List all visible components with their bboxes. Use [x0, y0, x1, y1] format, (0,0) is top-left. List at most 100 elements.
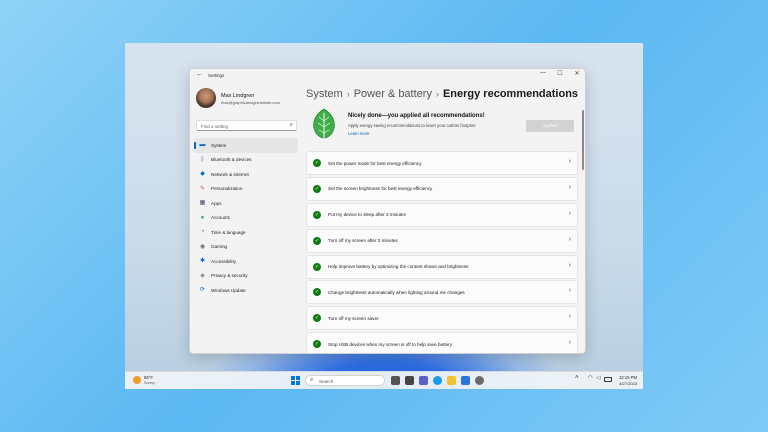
breadcrumb-separator: › [435, 89, 439, 99]
brush-icon: ✎ [199, 185, 206, 192]
sidebar-item-label: Apps [211, 200, 222, 206]
shield-icon: ◈ [200, 272, 205, 279]
checkmark-icon: ✓ [313, 184, 321, 193]
globe-clock-icon: ◔ [200, 229, 205, 235]
chevron-right-icon: › [568, 287, 571, 295]
checkmark-icon: ✓ [313, 262, 321, 271]
taskbar-search-placeholder: Search [319, 378, 334, 384]
search-input[interactable]: Find a setting ⌕ [196, 120, 297, 131]
taskbar: 66°F Sunny ⌕ Search ˄ ◠ ◁ 12:15 PM 4/27/… [125, 371, 643, 389]
sidebar-nav: ▬ System ᛒ Bluetooth & devices ◆ Network & in… [194, 138, 298, 298]
user-name: Max Lindgren [221, 93, 255, 99]
sidebar-item-privacy-security[interactable]: ◈ Privacy & security [194, 269, 298, 284]
apps-icon: ▦ [199, 200, 206, 206]
volume-icon[interactable]: ◁ [596, 375, 600, 381]
wifi-icon[interactable]: ◠ [588, 375, 593, 381]
recommendation-row[interactable]: ✓ Turn off my screen after 3 minutes › [306, 228, 578, 253]
sidebar-item-label: Accounts [211, 215, 230, 220]
sidebar-item-personalization[interactable]: ✎ Personalization [194, 182, 298, 197]
recommendation-row[interactable]: ✓ Turn off my screen saver › [306, 306, 578, 331]
search-icon: ⌕ [289, 122, 293, 128]
sidebar-item-label: Network & internet [211, 171, 249, 177]
user-email: max@graphicdesigninstitute.com [221, 100, 280, 105]
chat-icon[interactable] [419, 376, 428, 385]
minimize-button[interactable]: — [539, 70, 547, 77]
chevron-right-icon: › [568, 261, 571, 269]
file-explorer-icon[interactable] [447, 376, 456, 385]
close-button[interactable]: ✕ [573, 70, 581, 77]
avatar [196, 88, 216, 108]
clock-date[interactable]: 4/27/2023 [619, 381, 637, 386]
sidebar-item-accessibility[interactable]: ✱ Accessibility [194, 254, 298, 269]
back-arrow-icon[interactable]: ← [196, 71, 203, 78]
sun-icon[interactable] [133, 376, 141, 384]
bluetooth-icon: ᛒ [200, 156, 205, 163]
recommendation-label: Set the power mode for best energy effic… [328, 160, 422, 166]
weather-description[interactable]: Sunny [144, 381, 155, 385]
checkmark-icon: ✓ [313, 210, 321, 219]
title-bar: ← Settings — ☐ ✕ [190, 69, 585, 83]
breadcrumb: System › Power & battery › Energy recommenda… [306, 88, 578, 100]
user-profile[interactable]: Max Lindgren max@graphicdesigninstitute.… [196, 87, 306, 111]
sidebar-item-network-internet[interactable]: ◆ Network & internet [194, 167, 298, 182]
sidebar-item-accounts[interactable]: ● Accounts [194, 211, 298, 226]
chevron-right-icon: › [568, 158, 571, 165]
recommendation-label: Set the screen brightness for best energ… [328, 186, 433, 192]
sidebar-item-label: Privacy & security [211, 273, 248, 278]
sidebar-item-system[interactable]: ▬ System [194, 138, 298, 153]
sidebar-item-label: Gaming [211, 244, 228, 249]
recommendation-row[interactable]: ✓ Set the screen brightness for best ener… [306, 176, 578, 201]
checkmark-icon: ✓ [313, 314, 321, 323]
banner-description: Apply energy saving recommendations to l… [348, 123, 476, 128]
sidebar-item-windows-update[interactable]: ⟳ Windows Update [194, 283, 298, 298]
chevron-right-icon: › [568, 339, 571, 347]
recommendation-label: Help improve battery by optimizing the c… [328, 264, 469, 270]
recommendation-row[interactable]: ✓ Stop USB devices when my screen is off … [306, 332, 578, 353]
checkmark-icon: ✓ [313, 159, 321, 167]
person-icon: ● [200, 214, 205, 221]
breadcrumb-separator: › [346, 89, 350, 99]
start-button[interactable] [291, 376, 300, 385]
recommendation-label: Stop USB devices when my screen is off t… [328, 341, 453, 347]
sidebar-item-bluetooth-devices[interactable]: ᛒ Bluetooth & devices [194, 153, 298, 168]
recommendation-row[interactable]: ✓ Set the power mode for best energy effi… [306, 151, 578, 175]
breadcrumb-system[interactable]: System [306, 88, 343, 100]
breadcrumb-power-battery[interactable]: Power & battery [354, 88, 432, 100]
sidebar-item-gaming[interactable]: ◉ Gaming [194, 240, 298, 255]
scrollbar[interactable] [582, 110, 584, 170]
sidebar-item-time-language[interactable]: ◔ Time & language [194, 225, 298, 240]
task-view-icon[interactable] [391, 376, 400, 385]
accessibility-icon: ✱ [199, 258, 206, 264]
chevron-up-icon[interactable]: ˄ [575, 375, 579, 381]
wifi-icon: ◆ [200, 171, 205, 177]
sidebar-item-apps[interactable]: ▦ Apps [194, 196, 298, 211]
applied-button[interactable]: Applied [526, 120, 574, 132]
chevron-right-icon: › [568, 209, 571, 217]
sidebar-item-label: System [211, 142, 227, 148]
chevron-right-icon: › [568, 183, 571, 191]
recommendation-row[interactable]: ✓ Change brightness automatically when li… [306, 280, 578, 305]
recommendation-row[interactable]: ✓ Help improve battery by optimizing the … [306, 254, 578, 279]
battery-icon[interactable] [604, 377, 612, 382]
desktop: ← Settings — ☐ ✕ Max Lindgren max@graphi… [125, 43, 643, 389]
checkmark-icon: ✓ [313, 288, 321, 297]
sidebar-item-label: Time & language [211, 229, 246, 235]
clock-time[interactable]: 12:15 PM [619, 375, 637, 380]
gamepad-icon: ◉ [199, 243, 206, 250]
edge-icon[interactable] [433, 376, 442, 385]
store-icon[interactable] [461, 376, 470, 385]
settings-gear-icon[interactable] [475, 376, 484, 385]
recommendation-label: Turn off my screen after 3 minutes [328, 238, 398, 244]
recommendation-label: Change brightness automatically when lig… [328, 289, 465, 295]
widgets-icon[interactable] [405, 376, 414, 385]
maximize-button[interactable]: ☐ [556, 70, 564, 77]
leaf-icon [313, 108, 335, 142]
weather-temperature[interactable]: 66°F [144, 375, 153, 380]
settings-window: ← Settings — ☐ ✕ Max Lindgren max@graphi… [189, 68, 586, 354]
chevron-right-icon: › [568, 235, 571, 243]
sidebar-item-label: Personalization [211, 186, 243, 191]
learn-more-link[interactable]: Learn more [348, 131, 369, 136]
taskbar-search[interactable]: ⌕ Search [305, 375, 385, 386]
monitor-icon: ▬ [199, 142, 206, 148]
recommendation-row[interactable]: ✓ Put my device to sleep after 3 minutes › [306, 202, 578, 227]
